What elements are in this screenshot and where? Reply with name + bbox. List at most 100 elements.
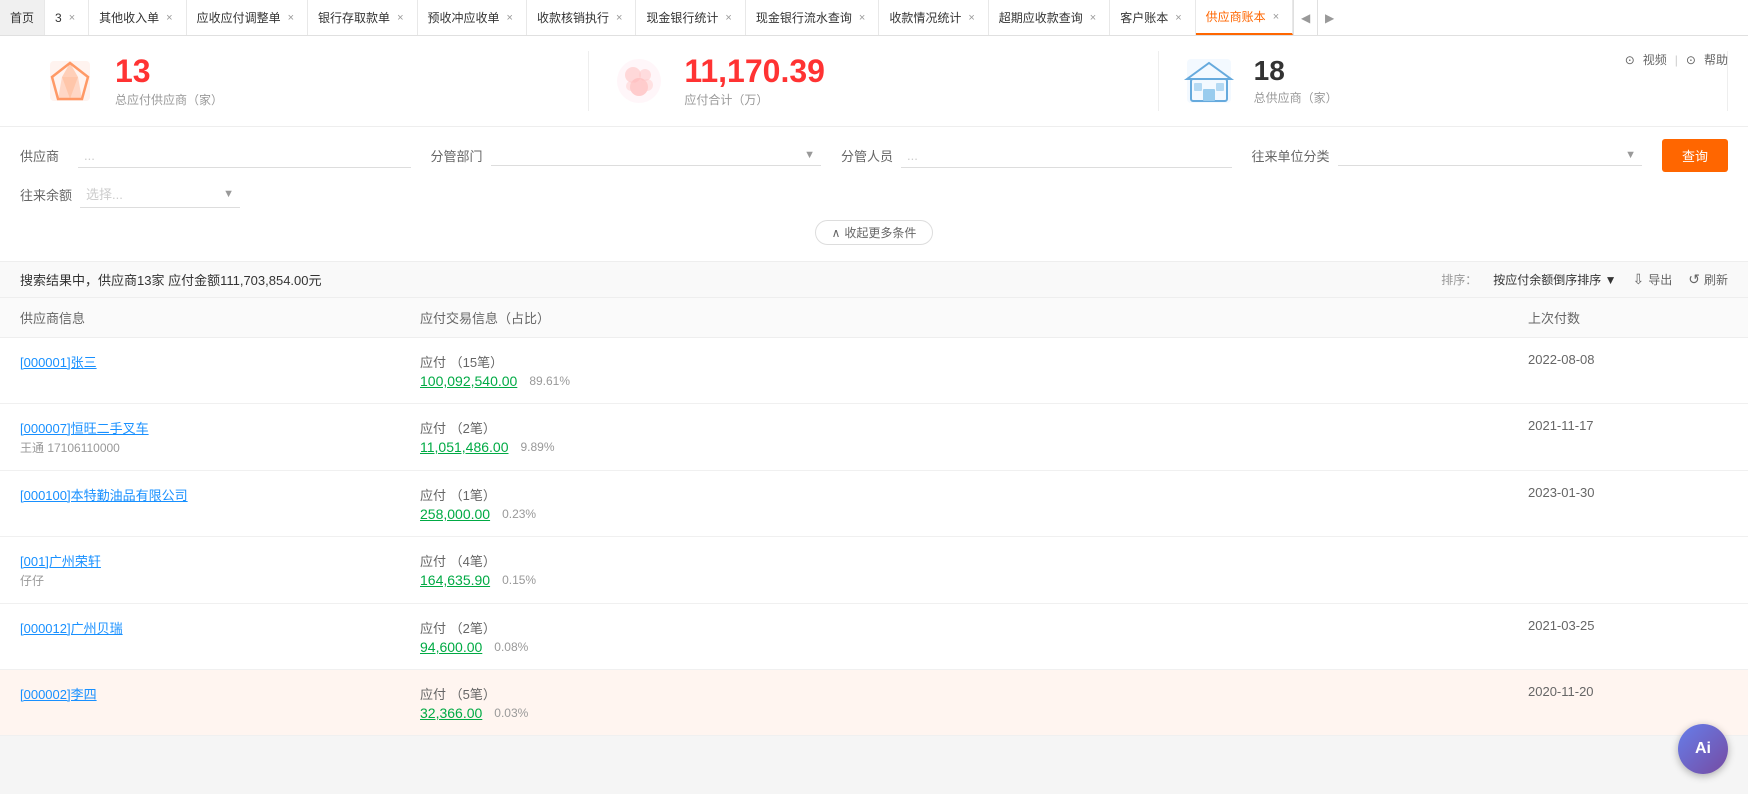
trans-amount-6[interactable]: 32,366.00 (420, 705, 482, 721)
category-select[interactable]: ▼ (1338, 145, 1642, 166)
lastpay-cell-1: 2022-08-08 (1528, 352, 1728, 367)
supplier-link-1[interactable]: [000001]张三 (20, 352, 420, 371)
nav-overdue-query[interactable]: 超期应收款查询 × (989, 0, 1110, 35)
supplier-input[interactable] (78, 144, 411, 168)
collapse-button[interactable]: ∧ 收起更多条件 (815, 220, 934, 245)
transaction-cell-1: 应付 （15笔） 100,092,540.00 89.61% (420, 352, 1528, 389)
trans-percent-4: 0.15% (502, 573, 536, 587)
nav-left-arrow[interactable]: ◀ (1293, 0, 1317, 35)
nav-customer-account[interactable]: 客户账本 × (1110, 0, 1195, 35)
top-navigation: 首页 3 × 其他收入单 × 应收应付调整单 × 银行存取款单 × 预收冲应收单… (0, 0, 1748, 36)
trans-percent-3: 0.23% (502, 507, 536, 521)
nav-collection-stats[interactable]: 收款情况统计 × (879, 0, 988, 35)
balance-placeholder: 选择... (86, 184, 223, 203)
lastpay-cell-3: 2023-01-30 (1528, 485, 1728, 500)
close-ap-adjust[interactable]: × (285, 11, 297, 25)
diamond-icon (40, 51, 100, 111)
close-receipt-verify[interactable]: × (613, 11, 625, 25)
nav-right-arrow[interactable]: ▶ (1317, 0, 1341, 35)
nav-tab3[interactable]: 3 × (45, 0, 89, 35)
stat-payable-total: 11,170.39 应付合计（万） (589, 51, 1158, 111)
lastpay-cell-5: 2021-03-25 (1528, 618, 1728, 633)
supplier-cell-5: [000012]广州贝瑞 (20, 618, 420, 637)
table-row: [000012]广州贝瑞 应付 （2笔） 94,600.00 0.08% 202… (0, 604, 1748, 670)
video-link[interactable]: 视频 (1643, 51, 1667, 68)
export-icon: ⇩ (1633, 271, 1645, 288)
close-collection-stats[interactable]: × (965, 11, 977, 25)
dept-select[interactable]: ▼ (491, 145, 821, 166)
filter-supplier: 供应商 (20, 144, 411, 168)
payable-suppliers-label: 总应付供应商（家） (115, 91, 223, 108)
close-tab3[interactable]: × (66, 11, 78, 25)
supplier-label: 供应商 (20, 146, 70, 165)
close-supplier-account[interactable]: × (1270, 10, 1282, 24)
close-overdue-query[interactable]: × (1087, 11, 1099, 25)
table-row: [001]广州荣轩 仔仔 应付 （4笔） 164,635.90 0.15% (0, 537, 1748, 604)
export-button[interactable]: ⇩ 导出 (1633, 271, 1673, 288)
nav-receipt-verify[interactable]: 收款核销执行 × (527, 0, 636, 35)
help-link[interactable]: 帮助 (1704, 51, 1728, 68)
col-header-supplier: 供应商信息 (20, 308, 420, 327)
sort-value[interactable]: 按应付余额倒序排序 ▼ (1493, 271, 1616, 288)
search-button[interactable]: 查询 (1662, 139, 1728, 172)
payable-suppliers-number: 13 (115, 55, 223, 87)
total-suppliers-label: 总供应商（家） (1254, 89, 1338, 106)
nav-home[interactable]: 首页 (0, 0, 45, 35)
trans-amount-2[interactable]: 11,051,486.00 (420, 439, 509, 455)
trans-amount-4[interactable]: 164,635.90 (420, 572, 490, 588)
nav-ap-adjust[interactable]: 应收应付调整单 × (187, 0, 308, 35)
trans-percent-2: 9.89% (521, 440, 555, 454)
close-advance-collect[interactable]: × (504, 11, 516, 25)
supplier-link-2[interactable]: [000007]恒旺二手叉车 (20, 418, 420, 437)
sort-label: 排序： (1441, 271, 1477, 288)
nav-supplier-account[interactable]: 供应商账本 × (1196, 0, 1293, 35)
filter-area: 供应商 分管部门 ▼ 分管人员 往来单位分类 ▼ 查询 往 (0, 127, 1748, 262)
supplier-sub-2: 王通 17106110000 (20, 439, 420, 456)
sort-dropdown-icon: ▼ (1605, 273, 1617, 287)
person-input[interactable] (901, 144, 1231, 168)
supplier-link-3[interactable]: [000100]本特勤油品有限公司 (20, 485, 420, 504)
trans-amount-3[interactable]: 258,000.00 (420, 506, 490, 522)
help-icon: ⊙ (1686, 53, 1696, 67)
grain-icon (609, 51, 669, 111)
transaction-cell-6: 应付 （5笔） 32,366.00 0.03% (420, 684, 1528, 721)
supplier-link-4[interactable]: [001]广州荣轩 (20, 551, 420, 570)
trans-percent-6: 0.03% (494, 706, 528, 720)
close-bank-deposit[interactable]: × (394, 11, 406, 25)
close-other-income[interactable]: × (163, 11, 175, 25)
lastpay-date-5: 2021-03-25 (1528, 618, 1595, 633)
balance-select[interactable]: 选择... ▼ (80, 180, 240, 208)
supplier-link-6[interactable]: [000002]李四 (20, 684, 420, 703)
collapse-label: 收起更多条件 (844, 224, 916, 241)
close-cash-bank-stats[interactable]: × (722, 11, 734, 25)
store-icon (1179, 51, 1239, 111)
ai-button[interactable]: Ai (1678, 724, 1728, 774)
results-bar: 搜索结果中，供应商13家 应付金额111,703,854.00元 排序： 按应付… (0, 262, 1748, 298)
table-row: [000007]恒旺二手叉车 王通 17106110000 应付 （2笔） 11… (0, 404, 1748, 471)
nav-advance-collect[interactable]: 预收冲应收单 × (418, 0, 527, 35)
supplier-table: 供应商信息 应付交易信息（占比） 上次付数 [000001]张三 应付 （15笔… (0, 298, 1748, 736)
lastpay-date-2: 2021-11-17 (1528, 418, 1594, 433)
nav-cash-bank-flow[interactable]: 现金银行流水查询 × (746, 0, 879, 35)
refresh-button[interactable]: ↺ 刷新 (1688, 271, 1728, 288)
video-icon: ⊙ (1625, 53, 1635, 67)
table-row: [000001]张三 应付 （15笔） 100,092,540.00 89.61… (0, 338, 1748, 404)
supplier-sub-4: 仔仔 (20, 572, 420, 589)
lastpay-date-6: 2020-11-20 (1528, 684, 1594, 699)
close-customer-account[interactable]: × (1172, 11, 1184, 25)
nav-cash-bank-stats[interactable]: 现金银行统计 × (636, 0, 745, 35)
header-tools: ⊙ 视频 | ⊙ 帮助 (1625, 51, 1728, 68)
filter-dept: 分管部门 ▼ (431, 145, 822, 166)
supplier-link-5[interactable]: [000012]广州贝瑞 (20, 618, 420, 637)
transaction-cell-2: 应付 （2笔） 11,051,486.00 9.89% (420, 418, 1528, 455)
close-cash-bank-flow[interactable]: × (856, 11, 868, 25)
trans-amount-5[interactable]: 94,600.00 (420, 639, 482, 655)
filter-person: 分管人员 (841, 144, 1232, 168)
nav-bank-deposit[interactable]: 银行存取款单 × (308, 0, 417, 35)
col-header-lastpay: 上次付数 (1528, 308, 1728, 327)
collapse-section: ∧ 收起更多条件 (20, 216, 1728, 249)
nav-other-income[interactable]: 其他收入单 × (89, 0, 186, 35)
trans-amount-1[interactable]: 100,092,540.00 (420, 373, 517, 389)
table-body: [000001]张三 应付 （15笔） 100,092,540.00 89.61… (0, 338, 1748, 736)
results-summary: 搜索结果中，供应商13家 应付金额111,703,854.00元 (20, 270, 322, 289)
